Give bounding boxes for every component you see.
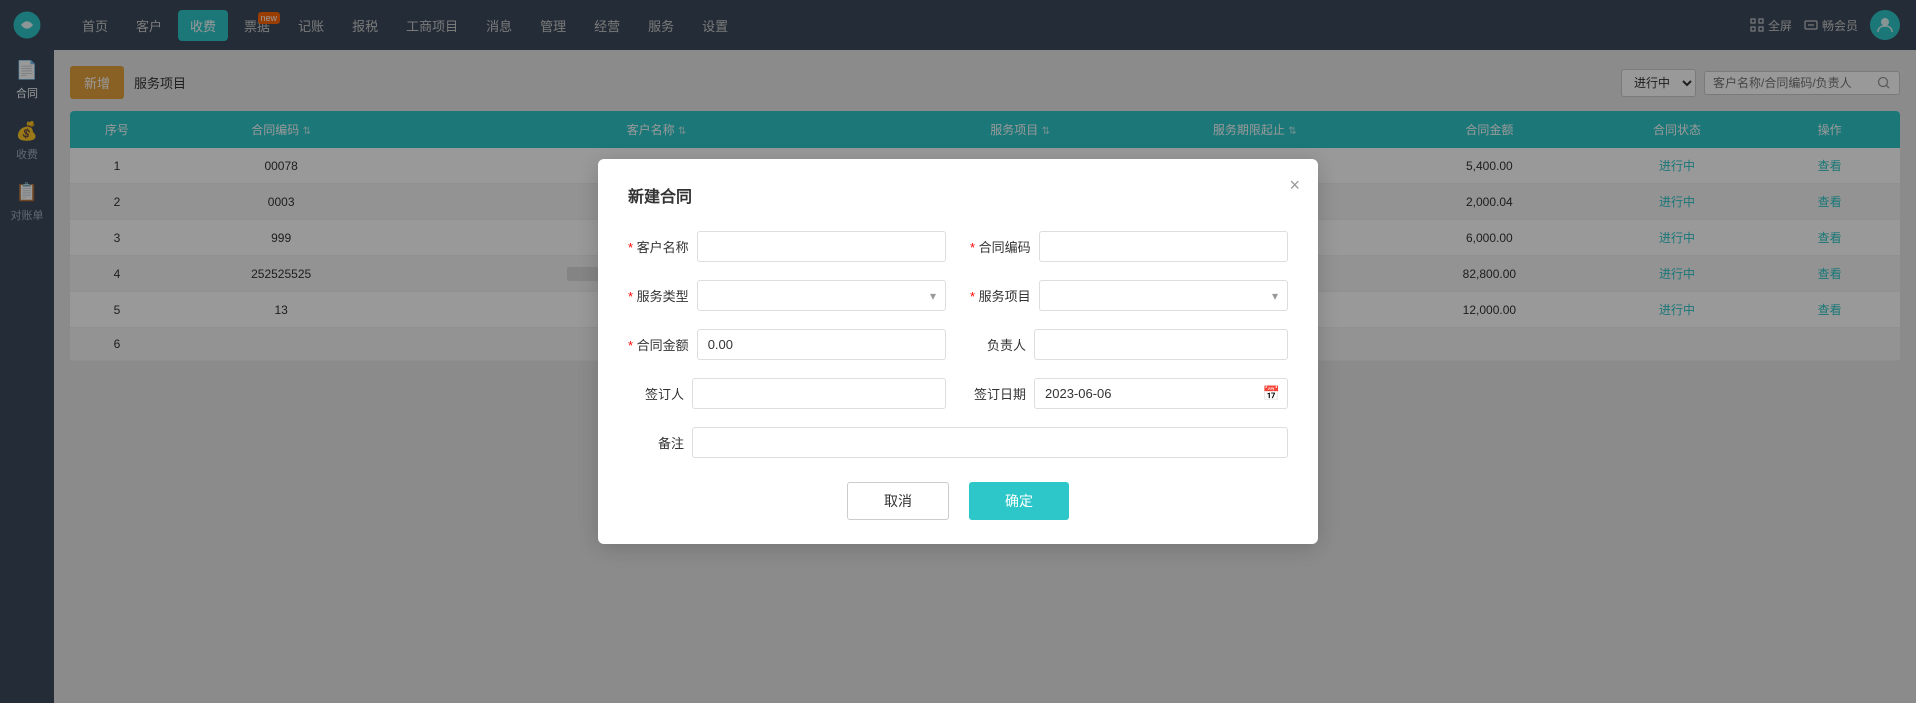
contract-code-input[interactable] xyxy=(1039,231,1288,262)
contract-code-label: 合同编码 xyxy=(970,237,1031,256)
field-remark: 备注 xyxy=(628,427,1288,458)
service-type-select[interactable] xyxy=(697,280,946,311)
sign-date-input[interactable] xyxy=(1034,378,1288,409)
service-item-select-wrap xyxy=(1039,280,1288,311)
remark-label: 备注 xyxy=(628,433,684,452)
field-service-item: 服务项目 xyxy=(970,280,1288,311)
service-type-label: 服务类型 xyxy=(628,286,689,305)
sign-date-wrap: 📅 xyxy=(1034,378,1288,409)
contract-amount-input[interactable] xyxy=(697,329,946,360)
form-row-2: 服务类型 服务项目 xyxy=(628,280,1288,311)
confirm-button[interactable]: 确定 xyxy=(969,482,1069,520)
field-contract-amount: 合同金额 xyxy=(628,329,946,360)
service-item-select[interactable] xyxy=(1039,280,1288,311)
customer-name-input[interactable] xyxy=(697,231,946,262)
remark-input[interactable] xyxy=(692,427,1288,458)
modal-overlay: 新建合同 × 客户名称 合同编码 服务类型 xyxy=(0,0,1916,703)
field-signer: 签订人 xyxy=(628,378,946,409)
field-customer-name: 客户名称 xyxy=(628,231,946,262)
responsible-label: 负责人 xyxy=(970,335,1026,354)
form-row-3: 合同金额 负责人 xyxy=(628,329,1288,360)
field-contract-code: 合同编码 xyxy=(970,231,1288,262)
new-contract-dialog: 新建合同 × 客户名称 合同编码 服务类型 xyxy=(598,159,1318,544)
dialog-close-button[interactable]: × xyxy=(1289,175,1300,196)
service-type-select-wrap xyxy=(697,280,946,311)
form-row-4: 签订人 签订日期 📅 xyxy=(628,378,1288,409)
responsible-input[interactable] xyxy=(1034,329,1288,360)
contract-amount-label: 合同金额 xyxy=(628,335,689,354)
form-row-1: 客户名称 合同编码 xyxy=(628,231,1288,262)
sign-date-label: 签订日期 xyxy=(970,384,1026,403)
dialog-title: 新建合同 xyxy=(628,183,1288,207)
calendar-icon[interactable]: 📅 xyxy=(1263,385,1280,402)
customer-name-label: 客户名称 xyxy=(628,237,689,256)
form-row-5: 备注 xyxy=(628,427,1288,458)
dialog-footer: 取消 确定 xyxy=(628,482,1288,520)
field-sign-date: 签订日期 📅 xyxy=(970,378,1288,409)
field-service-type: 服务类型 xyxy=(628,280,946,311)
service-item-label: 服务项目 xyxy=(970,286,1031,305)
signer-input[interactable] xyxy=(692,378,946,409)
field-responsible: 负责人 xyxy=(970,329,1288,360)
signer-label: 签订人 xyxy=(628,384,684,403)
cancel-button[interactable]: 取消 xyxy=(847,482,949,520)
